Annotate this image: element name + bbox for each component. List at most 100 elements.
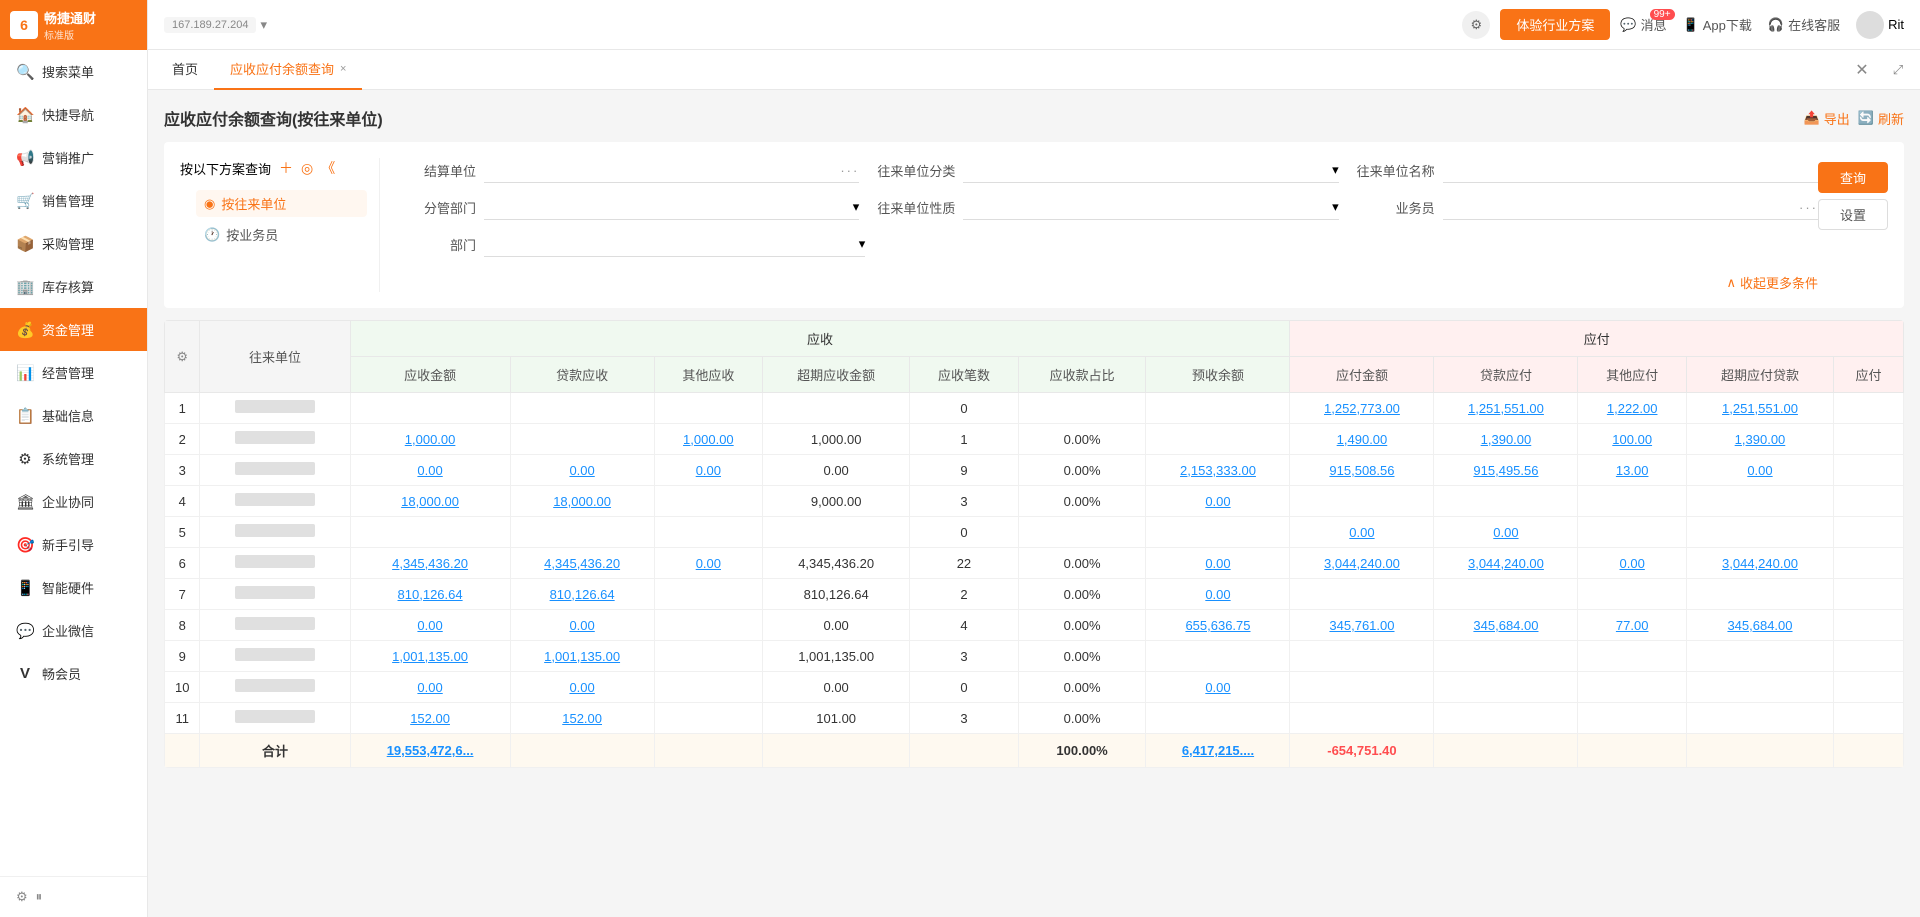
row-ap-other	[1578, 486, 1686, 517]
filter-schema-by-unit[interactable]: ◉ 按往来单位	[196, 190, 367, 217]
row-ar-other	[654, 393, 762, 424]
table-footer-row: 合计 19,553,472,6... 100.00% 6,417,215....…	[165, 734, 1904, 768]
row-ap-overdue: 1,390.00	[1686, 424, 1833, 455]
sidebar: 6 畅捷通财 标准版 🔍 搜索菜单 🏠 快捷导航 📢 营销推广 🛒 销售管理 📦…	[0, 0, 148, 917]
table-row: 8 0.00 0.00 0.00 4 0.00% 655,636.75 345,…	[165, 610, 1904, 641]
row-ar-overdue: 0.00	[763, 672, 910, 703]
sidebar-item-wechat[interactable]: 💬 企业微信	[0, 609, 147, 652]
data-table-container: ⚙ 往来单位 应收 应付 应收金额 贷款应收 其他应收 超期应收金额 应收笔数 …	[164, 320, 1904, 768]
unit-name-input[interactable]	[1443, 159, 1818, 183]
row-number: 6	[165, 548, 200, 579]
sidebar-item-label: 经营管理	[42, 363, 94, 382]
breadcrumb-dropdown-icon[interactable]: ▾	[260, 17, 267, 33]
footer-ap-amount: -654,751.40	[1290, 734, 1434, 768]
settings-button[interactable]: 设置	[1818, 199, 1888, 230]
row-ar-other	[654, 610, 762, 641]
footer-ap-remain	[1834, 734, 1904, 768]
row-unit-name	[200, 486, 350, 517]
sidebar-item-guide[interactable]: 🎯 新手引导	[0, 523, 147, 566]
table-row: 7 810,126.64 810,126.64 810,126.64 2 0.0…	[165, 579, 1904, 610]
topbar-app-download[interactable]: 📱 App下载	[1683, 15, 1752, 34]
settlement-unit-input[interactable]: ···	[484, 159, 859, 183]
sidebar-item-label: 库存核算	[42, 277, 94, 296]
settlement-unit-dots[interactable]: ···	[840, 163, 859, 178]
row-ar-count: 0	[910, 393, 1018, 424]
row-ar-advance	[1146, 703, 1290, 734]
row-ar-amount	[350, 517, 510, 548]
th-ap-loan: 贷款应付	[1434, 357, 1578, 393]
table-row: 9 1,001,135.00 1,001,135.00 1,001,135.00…	[165, 641, 1904, 672]
query-button[interactable]: 查询	[1818, 162, 1888, 193]
refresh-button[interactable]: 🔄 刷新	[1858, 109, 1904, 128]
department-select[interactable]: ▾	[484, 195, 859, 220]
topbar-online-service[interactable]: 🎧 在线客服	[1768, 15, 1840, 34]
topbar-gear-button[interactable]: ⚙	[1462, 11, 1490, 39]
filter-collapse-left-icon[interactable]: 《	[321, 158, 335, 178]
row-number: 7	[165, 579, 200, 610]
sidebar-settings-icon[interactable]: ⚙	[16, 889, 28, 905]
export-icon: 📤	[1804, 110, 1820, 126]
filter-add-icon[interactable]: ＋	[279, 158, 293, 178]
filter-field-settlement-unit: 结算单位 ···	[396, 159, 859, 183]
tabbar-expand-button[interactable]: ⤢	[1884, 56, 1912, 84]
sidebar-item-purchase[interactable]: 📦 采购管理	[0, 222, 147, 265]
row-ap-overdue: 345,684.00	[1686, 610, 1833, 641]
sidebar-item-member[interactable]: V 畅会员	[0, 652, 147, 695]
filter-settings-icon[interactable]: ◎	[301, 160, 313, 177]
row-ar-advance: 0.00	[1146, 672, 1290, 703]
user-name: Rit	[1888, 17, 1904, 32]
row-ap-loan: 0.00	[1434, 517, 1578, 548]
promo-button[interactable]: 体验行业方案	[1500, 9, 1610, 40]
row-ap-other: 13.00	[1578, 455, 1686, 486]
refresh-label: 刷新	[1878, 109, 1904, 128]
sidebar-item-hardware[interactable]: 📱 智能硬件	[0, 566, 147, 609]
row-ap-other	[1578, 517, 1686, 548]
topbar-right: 💬 消息 99+ 📱 App下载 🎧 在线客服 Rit	[1620, 11, 1904, 39]
sidebar-item-sysadmin[interactable]: ⚙ 系统管理	[0, 437, 147, 480]
row-ar-other	[654, 486, 762, 517]
row-ap-other	[1578, 579, 1686, 610]
sidebar-item-marketing[interactable]: 📢 营销推广	[0, 136, 147, 179]
sidebar-item-enterprise[interactable]: 🏛 企业协同	[0, 480, 147, 523]
dept-select[interactable]: ▾	[484, 232, 865, 257]
unit-category-select[interactable]: ▾	[963, 158, 1338, 183]
salesperson-dots[interactable]: ···	[1799, 200, 1818, 215]
sidebar-collapse-icon[interactable]: ⏸	[36, 889, 43, 905]
row-ap-overdue	[1686, 517, 1833, 548]
tab-ar-query[interactable]: 应收应付余额查询 ×	[214, 50, 362, 90]
tab-close-icon[interactable]: ×	[340, 63, 346, 75]
table-row: 1 0 1,252,773.00 1,251,551.00 1,222.00 1…	[165, 393, 1904, 424]
salesperson-input[interactable]: ···	[1443, 196, 1818, 220]
filter-schema-by-salesperson[interactable]: 🕐 按业务员	[196, 221, 367, 248]
sidebar-item-quicknav[interactable]: 🏠 快捷导航	[0, 93, 147, 136]
tab-home[interactable]: 首页	[156, 50, 214, 90]
page-header: 应收应付余额查询(按往来单位) 📤 导出 🔄 刷新	[164, 106, 1904, 130]
row-ar-count: 3	[910, 703, 1018, 734]
table-settings-icon[interactable]: ⚙	[176, 349, 188, 364]
row-ap-loan: 915,495.56	[1434, 455, 1578, 486]
filter-rows: 结算单位 ··· 往来单位分类 ▾	[380, 158, 1818, 292]
sidebar-item-search[interactable]: 🔍 搜索菜单	[0, 50, 147, 93]
sidebar-item-finance[interactable]: 💰 资金管理	[0, 308, 147, 351]
export-button[interactable]: 📤 导出	[1804, 109, 1850, 128]
dept-label: 部门	[396, 235, 476, 254]
collapse-icon: ∧	[1726, 275, 1736, 291]
sidebar-item-baseinfo[interactable]: 📋 基础信息	[0, 394, 147, 437]
sidebar-item-operations[interactable]: 📊 经营管理	[0, 351, 147, 394]
row-ar-other	[654, 517, 762, 548]
tabbar-close-all-button[interactable]: ✕	[1848, 56, 1876, 84]
th-ar-other: 其他应收	[654, 357, 762, 393]
row-ap-other: 0.00	[1578, 548, 1686, 579]
table-row: 6 4,345,436.20 4,345,436.20 0.00 4,345,4…	[165, 548, 1904, 579]
row-ap-other	[1578, 672, 1686, 703]
sidebar-item-inventory[interactable]: 🏢 库存核算	[0, 265, 147, 308]
row-ap-amount: 0.00	[1290, 517, 1434, 548]
sidebar-item-sales[interactable]: 🛒 销售管理	[0, 179, 147, 222]
unit-category-label: 往来单位分类	[875, 161, 955, 180]
unit-nature-select[interactable]: ▾	[963, 195, 1338, 220]
table-row: 11 152.00 152.00 101.00 3 0.00%	[165, 703, 1904, 734]
topbar-message-button[interactable]: 💬 消息 99+	[1620, 15, 1666, 34]
filter-collapse-button[interactable]: ∧ 收起更多条件	[1726, 273, 1818, 292]
row-ar-other: 0.00	[654, 548, 762, 579]
row-number: 2	[165, 424, 200, 455]
